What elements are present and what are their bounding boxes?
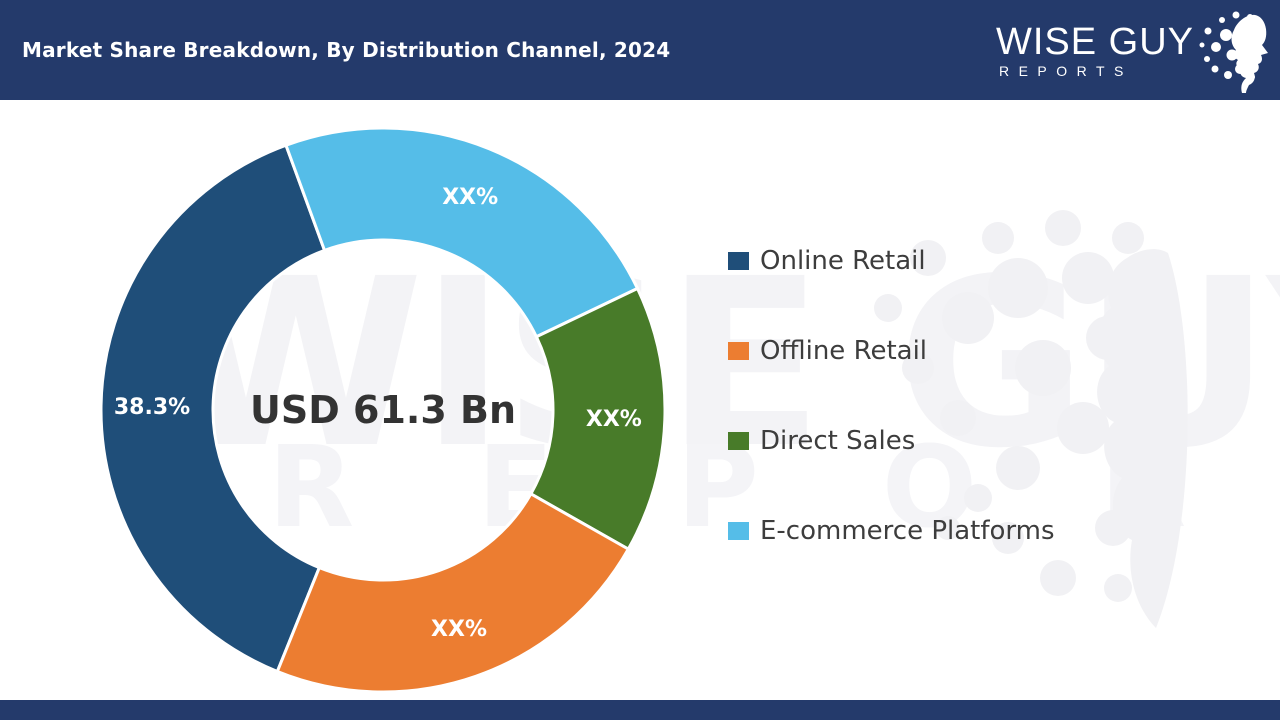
legend-label-direct-sales: Direct Sales	[760, 426, 916, 456]
logo-reports-text: REPORTS	[998, 63, 1133, 79]
slice-label-offline-retail: XX%	[431, 617, 487, 642]
legend-label-online-retail: Online Retail	[760, 246, 926, 276]
donut-slice-e-commerce-platforms	[284, 126, 640, 339]
donut-slice-offline-retail	[275, 491, 631, 694]
donut-chart: 38.3% XX% XX% XX% USD 61.3 Bn	[99, 126, 667, 694]
legend-swatch-direct-sales	[728, 432, 749, 450]
legend-item-online-retail: Online Retail	[728, 244, 1055, 278]
report-page: Market Share Breakdown, By Distribution …	[0, 0, 1280, 720]
chart-center-value: USD 61.3 Bn	[250, 388, 516, 432]
slice-label-direct-sales: XX%	[586, 407, 642, 432]
footer-bar	[0, 700, 1280, 720]
legend-swatch-online-retail	[728, 252, 749, 270]
legend-item-direct-sales: Direct Sales	[728, 424, 1055, 458]
legend-label-e-commerce-platforms: E-commerce Platforms	[760, 516, 1055, 546]
header-bar: Market Share Breakdown, By Distribution …	[0, 0, 1280, 100]
wiseguy-face-icon	[1199, 11, 1268, 93]
slice-label-e-commerce-platforms: XX%	[442, 185, 498, 210]
legend-item-e-commerce-platforms: E-commerce Platforms	[728, 514, 1055, 548]
page-title: Market Share Breakdown, By Distribution …	[22, 38, 671, 62]
legend-label-offline-retail: Offline Retail	[760, 336, 928, 366]
chart-legend: Online Retail Offline Retail Direct Sales E…	[728, 244, 1055, 604]
wise-guy-logo: WISE GUY REPORTS	[996, 22, 1194, 79]
legend-item-offline-retail: Offline Retail	[728, 334, 1055, 368]
slice-label-online-retail: 38.3%	[114, 395, 190, 420]
logo-wiseguy-text: WISE GUY	[995, 21, 1194, 63]
legend-swatch-e-commerce-platforms	[728, 522, 749, 540]
legend-swatch-offline-retail	[728, 342, 749, 360]
